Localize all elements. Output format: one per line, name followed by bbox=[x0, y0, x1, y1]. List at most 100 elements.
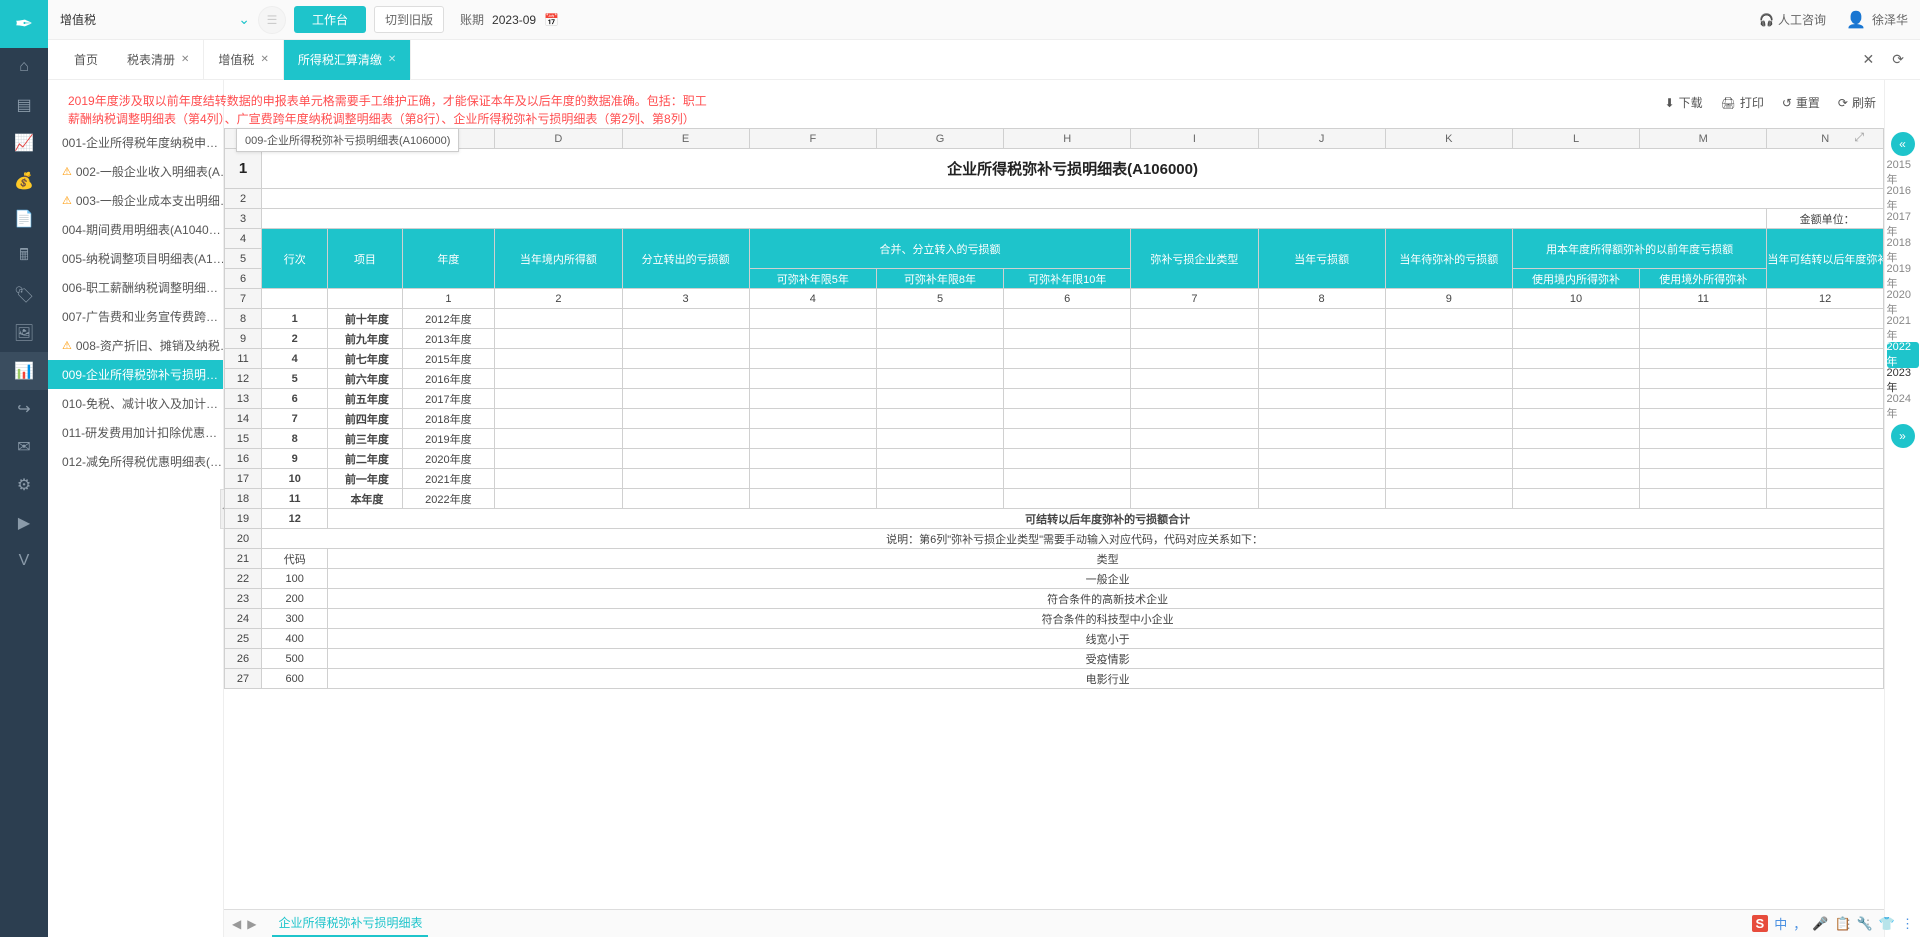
cell[interactable] bbox=[749, 429, 876, 449]
cell[interactable]: 一般企业 bbox=[328, 569, 1884, 589]
cell[interactable] bbox=[495, 469, 622, 489]
cell[interactable] bbox=[876, 369, 1003, 389]
cell[interactable] bbox=[1640, 349, 1767, 369]
nav-image-icon[interactable]: 🖼 bbox=[0, 314, 48, 352]
cell[interactable] bbox=[876, 449, 1003, 469]
cell[interactable] bbox=[495, 349, 622, 369]
cell[interactable] bbox=[749, 449, 876, 469]
cell[interactable] bbox=[1004, 349, 1131, 369]
cell[interactable]: 项目 bbox=[328, 229, 402, 289]
cell[interactable]: 1 bbox=[402, 289, 495, 309]
cell[interactable] bbox=[1385, 449, 1512, 469]
year-2019年[interactable]: 2019年 bbox=[1887, 264, 1919, 290]
cell[interactable]: 8 bbox=[1258, 289, 1385, 309]
year-2017年[interactable]: 2017年 bbox=[1887, 212, 1919, 238]
cell[interactable] bbox=[1767, 469, 1884, 489]
close-icon[interactable]: ✕ bbox=[260, 54, 268, 65]
cell[interactable] bbox=[749, 329, 876, 349]
cell[interactable]: 2015年度 bbox=[402, 349, 495, 369]
row-header[interactable]: 18 bbox=[225, 489, 262, 509]
cell[interactable] bbox=[495, 329, 622, 349]
col-header[interactable]: L bbox=[1512, 129, 1639, 149]
refresh-tabs-button[interactable]: ⟳ bbox=[1888, 49, 1908, 70]
cell[interactable] bbox=[876, 429, 1003, 449]
cell[interactable]: 前九年度 bbox=[328, 329, 402, 349]
cell[interactable] bbox=[1131, 469, 1258, 489]
workspace-button[interactable]: 工作台 bbox=[294, 6, 366, 33]
row-header[interactable]: 24 bbox=[225, 609, 262, 629]
year-2016年[interactable]: 2016年 bbox=[1887, 186, 1919, 212]
col-header[interactable]: D bbox=[495, 129, 622, 149]
cell[interactable]: 使用境外所得弥补 bbox=[1640, 269, 1767, 289]
period-value[interactable]: 2023-09 bbox=[492, 13, 536, 27]
cell[interactable] bbox=[1512, 429, 1639, 449]
nav-mail-icon[interactable]: ✉ bbox=[0, 428, 48, 466]
cell[interactable] bbox=[1258, 369, 1385, 389]
cell[interactable] bbox=[1004, 449, 1131, 469]
row-header[interactable]: 6 bbox=[225, 269, 262, 289]
cell[interactable]: 使用境内所得弥补 bbox=[1512, 269, 1639, 289]
row-header[interactable]: 5 bbox=[225, 249, 262, 269]
close-icon[interactable]: ✕ bbox=[181, 54, 189, 65]
cell[interactable] bbox=[876, 349, 1003, 369]
cell[interactable]: 当年境内所得额 bbox=[495, 229, 622, 289]
cell[interactable] bbox=[1131, 409, 1258, 429]
cell[interactable] bbox=[1385, 489, 1512, 509]
col-header[interactable]: E bbox=[622, 129, 749, 149]
cell[interactable] bbox=[749, 469, 876, 489]
ime-tool-icon[interactable]: 🔧 bbox=[1857, 916, 1873, 932]
cell[interactable] bbox=[622, 409, 749, 429]
cell[interactable]: 600 bbox=[262, 669, 328, 689]
cell[interactable]: 8 bbox=[262, 429, 328, 449]
cell[interactable]: 受疫情影 bbox=[328, 649, 1884, 669]
cell[interactable] bbox=[622, 309, 749, 329]
row-header[interactable]: 20 bbox=[225, 529, 262, 549]
cell[interactable]: 线宽小于 bbox=[328, 629, 1884, 649]
cell[interactable]: 类型 bbox=[328, 549, 1884, 569]
consult-link[interactable]: 🎧 人工咨询 bbox=[1759, 11, 1826, 28]
cell[interactable]: 2017年度 bbox=[402, 389, 495, 409]
cell[interactable]: 当年待弥补的亏损额 bbox=[1385, 229, 1512, 289]
cell[interactable] bbox=[1258, 329, 1385, 349]
cell[interactable] bbox=[328, 289, 402, 309]
cell[interactable] bbox=[1512, 309, 1639, 329]
cell[interactable]: 6 bbox=[262, 389, 328, 409]
cell[interactable] bbox=[495, 489, 622, 509]
nav-chart-icon[interactable]: 📈 bbox=[0, 124, 48, 162]
cell[interactable] bbox=[622, 429, 749, 449]
switch-old-button[interactable]: 切到旧版 bbox=[374, 6, 444, 33]
cell[interactable]: 1 bbox=[262, 309, 328, 329]
cell[interactable]: 当年可结转以后年度弥补的亏损额 bbox=[1767, 229, 1884, 289]
calendar-icon[interactable]: 📅 bbox=[544, 13, 559, 27]
row-header[interactable]: 13 bbox=[225, 389, 262, 409]
cell[interactable]: 10 bbox=[1512, 289, 1639, 309]
row-header[interactable]: 16 bbox=[225, 449, 262, 469]
cell[interactable] bbox=[1767, 349, 1884, 369]
cell[interactable] bbox=[1512, 329, 1639, 349]
cell[interactable] bbox=[1640, 429, 1767, 449]
cell[interactable]: 弥补亏损企业类型 bbox=[1131, 229, 1258, 289]
cell[interactable] bbox=[1767, 409, 1884, 429]
cell[interactable]: 4 bbox=[749, 289, 876, 309]
list-icon-button[interactable]: ☰ bbox=[258, 6, 286, 34]
ime-punct[interactable]: ， bbox=[1793, 914, 1806, 933]
cell[interactable] bbox=[1004, 469, 1131, 489]
cell[interactable]: 7 bbox=[262, 409, 328, 429]
cell[interactable]: 本年度 bbox=[328, 489, 402, 509]
tree-item-3[interactable]: 004-期间费用明细表(A1040… bbox=[48, 215, 223, 244]
cell[interactable]: 合并、分立转入的亏损额 bbox=[749, 229, 1131, 269]
cell[interactable] bbox=[495, 409, 622, 429]
col-header[interactable]: I bbox=[1131, 129, 1258, 149]
cell[interactable] bbox=[1640, 489, 1767, 509]
cell[interactable] bbox=[749, 369, 876, 389]
nav-bag-icon[interactable]: 💰 bbox=[0, 162, 48, 200]
cell[interactable]: 9 bbox=[262, 449, 328, 469]
cell[interactable] bbox=[1640, 329, 1767, 349]
cell[interactable]: 企业所得税弥补亏损明细表(A106000) bbox=[262, 149, 1884, 189]
cell[interactable]: 2 bbox=[262, 329, 328, 349]
row-header[interactable]: 7 bbox=[225, 289, 262, 309]
cell[interactable] bbox=[1258, 309, 1385, 329]
cell[interactable] bbox=[495, 449, 622, 469]
year-2020年[interactable]: 2020年 bbox=[1887, 290, 1919, 316]
cell[interactable] bbox=[1385, 329, 1512, 349]
